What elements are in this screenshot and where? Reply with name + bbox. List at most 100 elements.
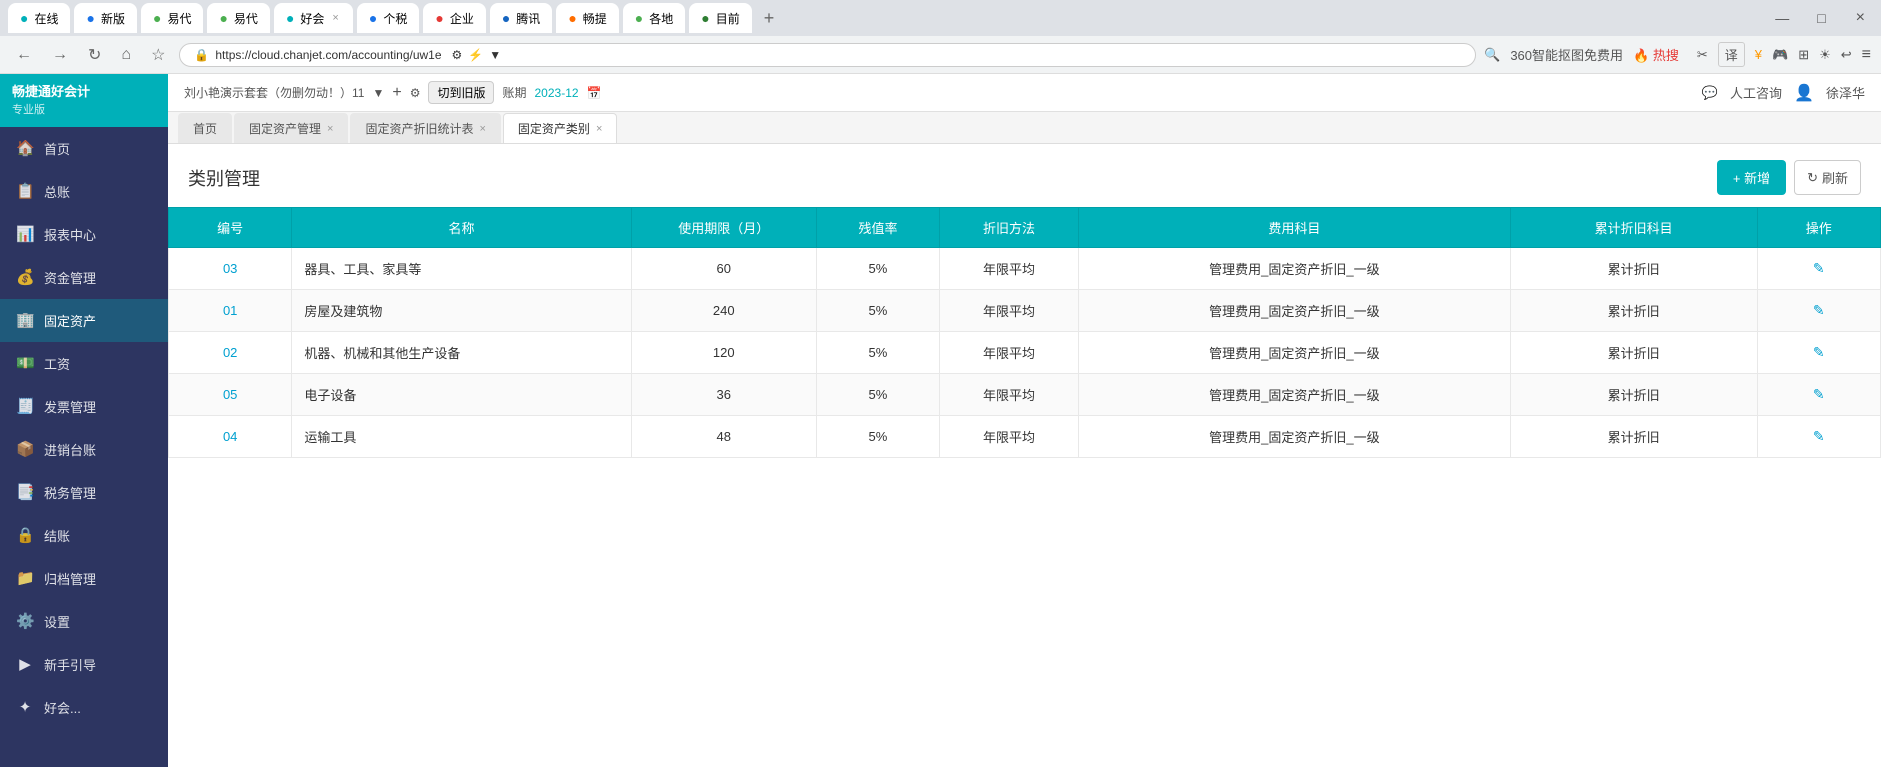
salary-icon: 💵: [16, 354, 34, 372]
sidebar-item-fixed[interactable]: 🏢 固定资产: [0, 299, 168, 342]
cell-months-2: 120: [631, 332, 816, 374]
table-row: 01 房屋及建筑物 240 5% 年限平均 管理费用_固定资产折旧_一级 累计折…: [169, 290, 1881, 332]
browser-tab-3[interactable]: ● 易代: [207, 3, 269, 33]
sidebar-item-salary[interactable]: 💵 工资: [0, 342, 168, 385]
translate-btn[interactable]: 译: [1718, 42, 1745, 67]
window-maximize[interactable]: □: [1811, 8, 1831, 28]
edit-button-1[interactable]: ✎: [1807, 300, 1831, 321]
cut-icon: ✂: [1697, 47, 1708, 63]
sidebar-item-tax[interactable]: 📑 税务管理: [0, 471, 168, 514]
sidebar-menu: 🏠 首页 📋 总账 📊 报表中心 💰 资金管理 🏢 固定资产 💵 工资: [0, 127, 168, 767]
toolbar-actions: 🔍 360智能抠图免费用 🔥 热搜 ✂ 译 ¥ 🎮 ⊞ ☀ ↩ ≡: [1484, 42, 1871, 67]
cell-id-2[interactable]: 02: [169, 332, 292, 374]
sidebar-label-fixed: 固定资产: [44, 311, 96, 330]
add-category-button[interactable]: + 新增: [1717, 160, 1786, 195]
sidebar-logo-sub: 专业版: [12, 101, 90, 117]
sidebar-logo: 畅捷通好会计 专业版: [0, 74, 168, 127]
address-bar[interactable]: 🔒 https://cloud.chanjet.com/accounting/u…: [179, 43, 1476, 67]
sidebar-label-settings: 设置: [44, 612, 70, 631]
game-btn[interactable]: 🎮: [1772, 47, 1788, 63]
sidebar-item-report[interactable]: 📊 报表中心: [0, 213, 168, 256]
tab-label-4: 好会: [300, 10, 324, 27]
back-button[interactable]: ←: [10, 42, 38, 68]
more-icon: ✦: [16, 698, 34, 716]
browser-tab-7[interactable]: ● 腾讯: [490, 3, 552, 33]
forward-button[interactable]: →: [46, 42, 74, 68]
menu-btn[interactable]: ≡: [1862, 46, 1871, 64]
home-button[interactable]: ⌂: [115, 42, 137, 68]
table-row: 04 运输工具 48 5% 年限平均 管理费用_固定资产折旧_一级 累计折旧 ✎: [169, 416, 1881, 458]
tab-close-fixed-category[interactable]: ×: [596, 123, 602, 135]
calendar-icon[interactable]: 📅: [587, 86, 602, 100]
cell-id-4[interactable]: 04: [169, 416, 292, 458]
window-close[interactable]: ×: [1848, 7, 1873, 29]
reload-button[interactable]: ↻: [82, 41, 107, 69]
edit-button-0[interactable]: ✎: [1807, 258, 1831, 279]
add-icon[interactable]: +: [392, 84, 401, 102]
dropdown-icon: ▼: [372, 86, 384, 100]
brightness-btn[interactable]: ☀: [1819, 47, 1831, 63]
cell-action-4: ✎: [1757, 416, 1880, 458]
tab-close-fixed-depreciation[interactable]: ×: [479, 123, 485, 135]
topbar-right: 💬 人工咨询 👤 徐泽华: [1702, 83, 1865, 103]
tab-label-3: 易代: [234, 10, 258, 27]
switch-old-version-button[interactable]: 切到旧版: [428, 81, 494, 104]
undo-btn[interactable]: ↩: [1841, 47, 1852, 63]
page-header: 类别管理 + 新增 ↻ 刷新: [168, 144, 1881, 207]
sidebar-item-ledger[interactable]: 📋 总账: [0, 170, 168, 213]
tab-label-fixed-category: 固定资产类别: [518, 120, 590, 137]
dropdown-icon: ▼: [489, 48, 501, 62]
sidebar-item-closing[interactable]: 🔒 结账: [0, 514, 168, 557]
edit-button-2[interactable]: ✎: [1807, 342, 1831, 363]
address-url: https://cloud.chanjet.com/accounting/uw1…: [215, 48, 441, 62]
sidebar-item-invoice[interactable]: 🧾 发票管理: [0, 385, 168, 428]
bookmark-button[interactable]: ☆: [145, 41, 171, 69]
consult-label[interactable]: 人工咨询: [1730, 83, 1782, 102]
table-body: 03 器具、工具、家具等 60 5% 年限平均 管理费用_固定资产折旧_一级 累…: [169, 248, 1881, 458]
browser-tab-4[interactable]: ● 好会 ×: [274, 3, 353, 33]
cell-id-1[interactable]: 01: [169, 290, 292, 332]
browser-tab-6[interactable]: ● 企业: [423, 3, 485, 33]
tab-home[interactable]: 首页: [178, 113, 232, 143]
security-icon: 🔒: [194, 48, 209, 62]
settings-btn[interactable]: ⚙: [410, 86, 421, 100]
cell-expense-1: 管理费用_固定资产折旧_一级: [1078, 290, 1510, 332]
cell-name-4: 运输工具: [292, 416, 631, 458]
browser-tab-0[interactable]: ● 在线: [8, 3, 70, 33]
consult-icon: 💬: [1702, 85, 1718, 101]
currency-btn[interactable]: ¥: [1755, 47, 1762, 62]
browser-tab-5[interactable]: ● 个税: [357, 3, 419, 33]
browser-tab-close-4[interactable]: ×: [330, 12, 340, 24]
sidebar-item-guide[interactable]: ▶ 新手引导: [0, 643, 168, 686]
new-tab-button[interactable]: +: [756, 8, 783, 29]
tab-fixed-category[interactable]: 固定资产类别 ×: [503, 113, 617, 143]
refresh-button[interactable]: ↻ 刷新: [1794, 160, 1861, 195]
grid-btn[interactable]: ⊞: [1798, 47, 1809, 63]
sidebar-item-settings[interactable]: ⚙️ 设置: [0, 600, 168, 643]
cell-id-0[interactable]: 03: [169, 248, 292, 290]
cell-id-3[interactable]: 05: [169, 374, 292, 416]
cell-depreciation-3: 累计折旧: [1510, 374, 1757, 416]
edit-button-3[interactable]: ✎: [1807, 384, 1831, 405]
tab-fixed-mgmt[interactable]: 固定资产管理 ×: [234, 113, 348, 143]
sidebar-item-archive[interactable]: 📁 归档管理: [0, 557, 168, 600]
tab-label-home: 首页: [193, 120, 217, 137]
cell-name-0: 器具、工具、家具等: [292, 248, 631, 290]
browser-tab-8[interactable]: ● 畅提: [556, 3, 618, 33]
tab-fixed-depreciation[interactable]: 固定资产折旧统计表 ×: [350, 113, 500, 143]
sidebar-item-fund[interactable]: 💰 资金管理: [0, 256, 168, 299]
edit-button-4[interactable]: ✎: [1807, 426, 1831, 447]
fund-icon: 💰: [16, 268, 34, 286]
cell-name-3: 电子设备: [292, 374, 631, 416]
browser-tab-10[interactable]: ● 目前: [689, 3, 751, 33]
browser-tab-9[interactable]: ● 各地: [623, 3, 685, 33]
tab-close-fixed-mgmt[interactable]: ×: [327, 123, 333, 135]
sidebar-item-stockbook[interactable]: 📦 进销台账: [0, 428, 168, 471]
col-header-depreciation: 累计折旧科目: [1510, 208, 1757, 248]
sidebar-label-report: 报表中心: [44, 225, 96, 244]
sidebar-item-more[interactable]: ✦ 好会...: [0, 686, 168, 729]
window-minimize[interactable]: —: [1769, 8, 1795, 28]
sidebar-item-home[interactable]: 🏠 首页: [0, 127, 168, 170]
browser-tab-2[interactable]: ● 易代: [141, 3, 203, 33]
browser-tab-1[interactable]: ● 新版: [74, 3, 136, 33]
